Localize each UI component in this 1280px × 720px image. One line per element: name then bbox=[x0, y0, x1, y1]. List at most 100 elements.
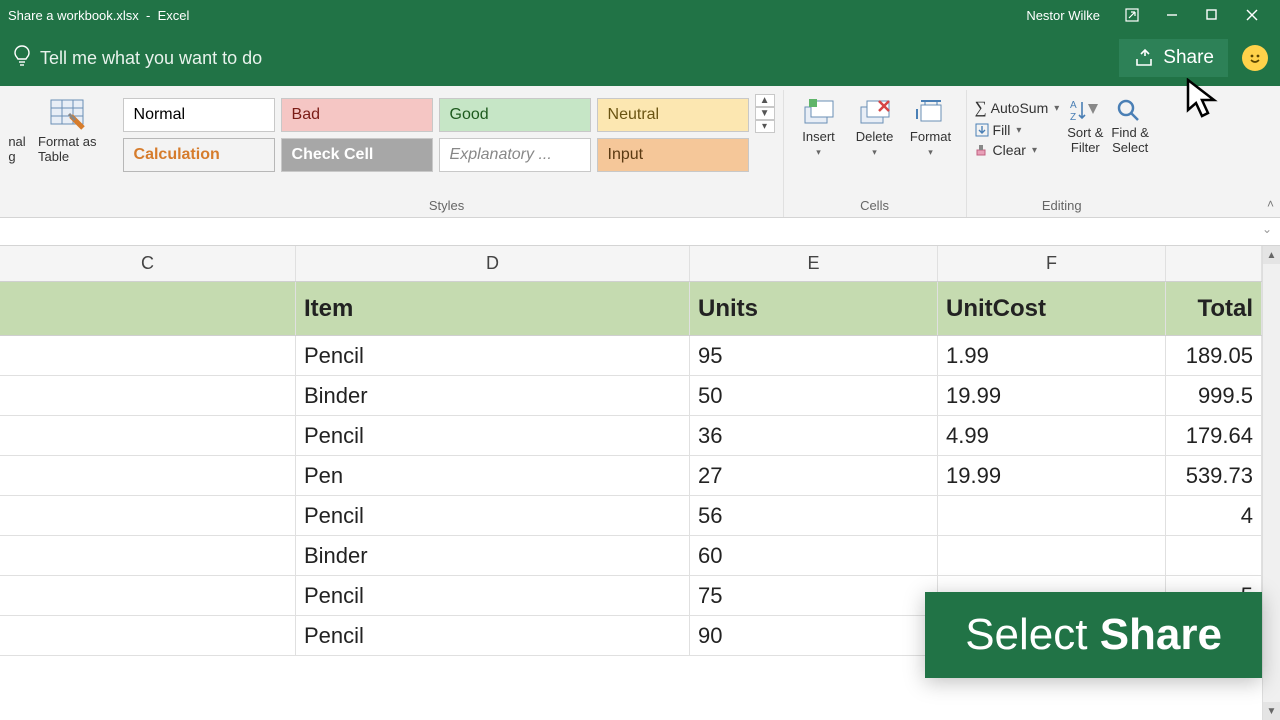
delete-button[interactable]: Delete▾ bbox=[848, 94, 902, 161]
gallery-down-icon[interactable]: ▼ bbox=[755, 107, 775, 120]
clear-button[interactable]: Clear▾ bbox=[975, 142, 1060, 158]
window-title: Share a workbook.xlsx - Excel bbox=[8, 8, 189, 23]
cell[interactable]: Binder bbox=[296, 536, 690, 575]
sort-filter-button[interactable]: AZ Sort & Filter bbox=[1067, 94, 1103, 156]
expand-formula-bar-icon[interactable]: ⌄ bbox=[1262, 222, 1272, 236]
tell-me-input[interactable]: Tell me what you want to do bbox=[40, 48, 262, 69]
editing-group-label: Editing bbox=[975, 194, 1149, 215]
titlebar: Share a workbook.xlsx - Excel Nestor Wil… bbox=[0, 0, 1280, 30]
cells-group: Insert▾ Delete▾ Format▾ Cells bbox=[784, 90, 967, 217]
gallery-up-icon[interactable]: ▲ bbox=[755, 94, 775, 107]
cell-styles-gallery[interactable]: Normal Bad Good Neutral Calculation Chec… bbox=[119, 94, 753, 176]
gallery-scroll[interactable]: ▲ ▼ ▾ bbox=[755, 94, 775, 133]
cell[interactable] bbox=[0, 496, 296, 535]
cell[interactable]: 36 bbox=[690, 416, 938, 455]
cell[interactable]: 189.05 bbox=[1166, 336, 1262, 375]
scroll-down-icon[interactable]: ▼ bbox=[1263, 702, 1280, 720]
cell[interactable]: 999.5 bbox=[1166, 376, 1262, 415]
share-button[interactable]: Share bbox=[1119, 39, 1228, 77]
feedback-smiley-icon[interactable] bbox=[1242, 45, 1268, 71]
cell[interactable]: 4.99 bbox=[938, 416, 1166, 455]
header-unitcost[interactable]: UnitCost bbox=[938, 282, 1166, 335]
cell[interactable] bbox=[0, 376, 296, 415]
vertical-scrollbar[interactable]: ▲ ▼ bbox=[1262, 246, 1280, 720]
cell[interactable]: 56 bbox=[690, 496, 938, 535]
col-header-c[interactable]: C bbox=[0, 246, 296, 281]
table-header-row: Item Units UnitCost Total bbox=[0, 282, 1280, 336]
gallery-more-icon[interactable]: ▾ bbox=[755, 120, 775, 133]
style-bad[interactable]: Bad bbox=[281, 98, 433, 132]
cell[interactable] bbox=[1166, 536, 1262, 575]
cell[interactable]: 60 bbox=[690, 536, 938, 575]
cell[interactable] bbox=[938, 536, 1166, 575]
col-header-g[interactable] bbox=[1166, 246, 1262, 281]
format-button[interactable]: Format▾ bbox=[904, 94, 958, 161]
conditional-formatting-button[interactable]: nal g bbox=[2, 94, 32, 166]
cells-group-label: Cells bbox=[792, 194, 958, 215]
style-check-cell[interactable]: Check Cell bbox=[281, 138, 433, 172]
style-good[interactable]: Good bbox=[439, 98, 591, 132]
table-row: Pencil364.99179.64 bbox=[0, 416, 1280, 456]
header-units[interactable]: Units bbox=[690, 282, 938, 335]
format-as-table-button[interactable]: Format as Table bbox=[32, 94, 103, 166]
cell[interactable]: 50 bbox=[690, 376, 938, 415]
style-normal[interactable]: Normal bbox=[123, 98, 275, 132]
table-row: Binder60 bbox=[0, 536, 1280, 576]
cell[interactable]: Binder bbox=[296, 376, 690, 415]
cell[interactable]: Pencil bbox=[296, 496, 690, 535]
svg-text:A: A bbox=[1070, 100, 1077, 111]
cell[interactable] bbox=[938, 496, 1166, 535]
header-item[interactable]: Item bbox=[296, 282, 690, 335]
styles-group: Normal Bad Good Neutral Calculation Chec… bbox=[111, 90, 784, 217]
cell[interactable]: 95 bbox=[690, 336, 938, 375]
cell[interactable]: 27 bbox=[690, 456, 938, 495]
find-select-button[interactable]: Find & Select bbox=[1111, 94, 1149, 156]
cell[interactable]: 19.99 bbox=[938, 456, 1166, 495]
share-label: Share bbox=[1163, 47, 1214, 69]
cell[interactable]: 4 bbox=[1166, 496, 1262, 535]
style-explanatory[interactable]: Explanatory ... bbox=[439, 138, 591, 172]
styles-group-label: Styles bbox=[119, 194, 775, 215]
callout-bold: Share bbox=[1100, 610, 1222, 659]
maximize-button[interactable] bbox=[1192, 0, 1232, 30]
cell[interactable]: Pencil bbox=[296, 416, 690, 455]
col-header-d[interactable]: D bbox=[296, 246, 690, 281]
callout-prefix: Select bbox=[965, 610, 1100, 659]
table-row: Pencil951.99189.05 bbox=[0, 336, 1280, 376]
minimize-button[interactable] bbox=[1152, 0, 1192, 30]
cell[interactable]: 90 bbox=[690, 616, 938, 655]
style-input[interactable]: Input bbox=[597, 138, 749, 172]
style-neutral[interactable]: Neutral bbox=[597, 98, 749, 132]
col-header-e[interactable]: E bbox=[690, 246, 938, 281]
cell[interactable]: Pencil bbox=[296, 616, 690, 655]
fill-button[interactable]: Fill▾ bbox=[975, 122, 1060, 138]
style-calculation[interactable]: Calculation bbox=[123, 138, 275, 172]
cell[interactable]: 539.73 bbox=[1166, 456, 1262, 495]
table-row: Pencil56 4 bbox=[0, 496, 1280, 536]
tutorial-callout: Select Share bbox=[925, 592, 1262, 678]
cell[interactable]: 75 bbox=[690, 576, 938, 615]
cell[interactable]: Pen bbox=[296, 456, 690, 495]
cell[interactable]: 19.99 bbox=[938, 376, 1166, 415]
scroll-up-icon[interactable]: ▲ bbox=[1263, 246, 1280, 264]
header-total[interactable]: Total bbox=[1166, 282, 1262, 335]
svg-text:Z: Z bbox=[1070, 112, 1076, 123]
cell[interactable]: 1.99 bbox=[938, 336, 1166, 375]
cell[interactable] bbox=[0, 576, 296, 615]
formula-bar[interactable]: ⌄ bbox=[0, 218, 1280, 246]
cell[interactable]: Pencil bbox=[296, 336, 690, 375]
cell[interactable] bbox=[0, 536, 296, 575]
cell[interactable] bbox=[0, 416, 296, 455]
close-button[interactable] bbox=[1232, 0, 1272, 30]
cell[interactable] bbox=[0, 616, 296, 655]
cell[interactable] bbox=[0, 336, 296, 375]
account-name[interactable]: Nestor Wilke bbox=[1026, 8, 1100, 23]
insert-button[interactable]: Insert▾ bbox=[792, 94, 846, 161]
ribbon-display-options-icon[interactable] bbox=[1112, 0, 1152, 30]
col-header-f[interactable]: F bbox=[938, 246, 1166, 281]
collapse-ribbon-icon[interactable]: ˄ bbox=[1267, 197, 1274, 211]
cell[interactable] bbox=[0, 456, 296, 495]
cell[interactable]: 179.64 bbox=[1166, 416, 1262, 455]
cell[interactable]: Pencil bbox=[296, 576, 690, 615]
autosum-button[interactable]: ∑AutoSum▾ bbox=[975, 98, 1060, 118]
